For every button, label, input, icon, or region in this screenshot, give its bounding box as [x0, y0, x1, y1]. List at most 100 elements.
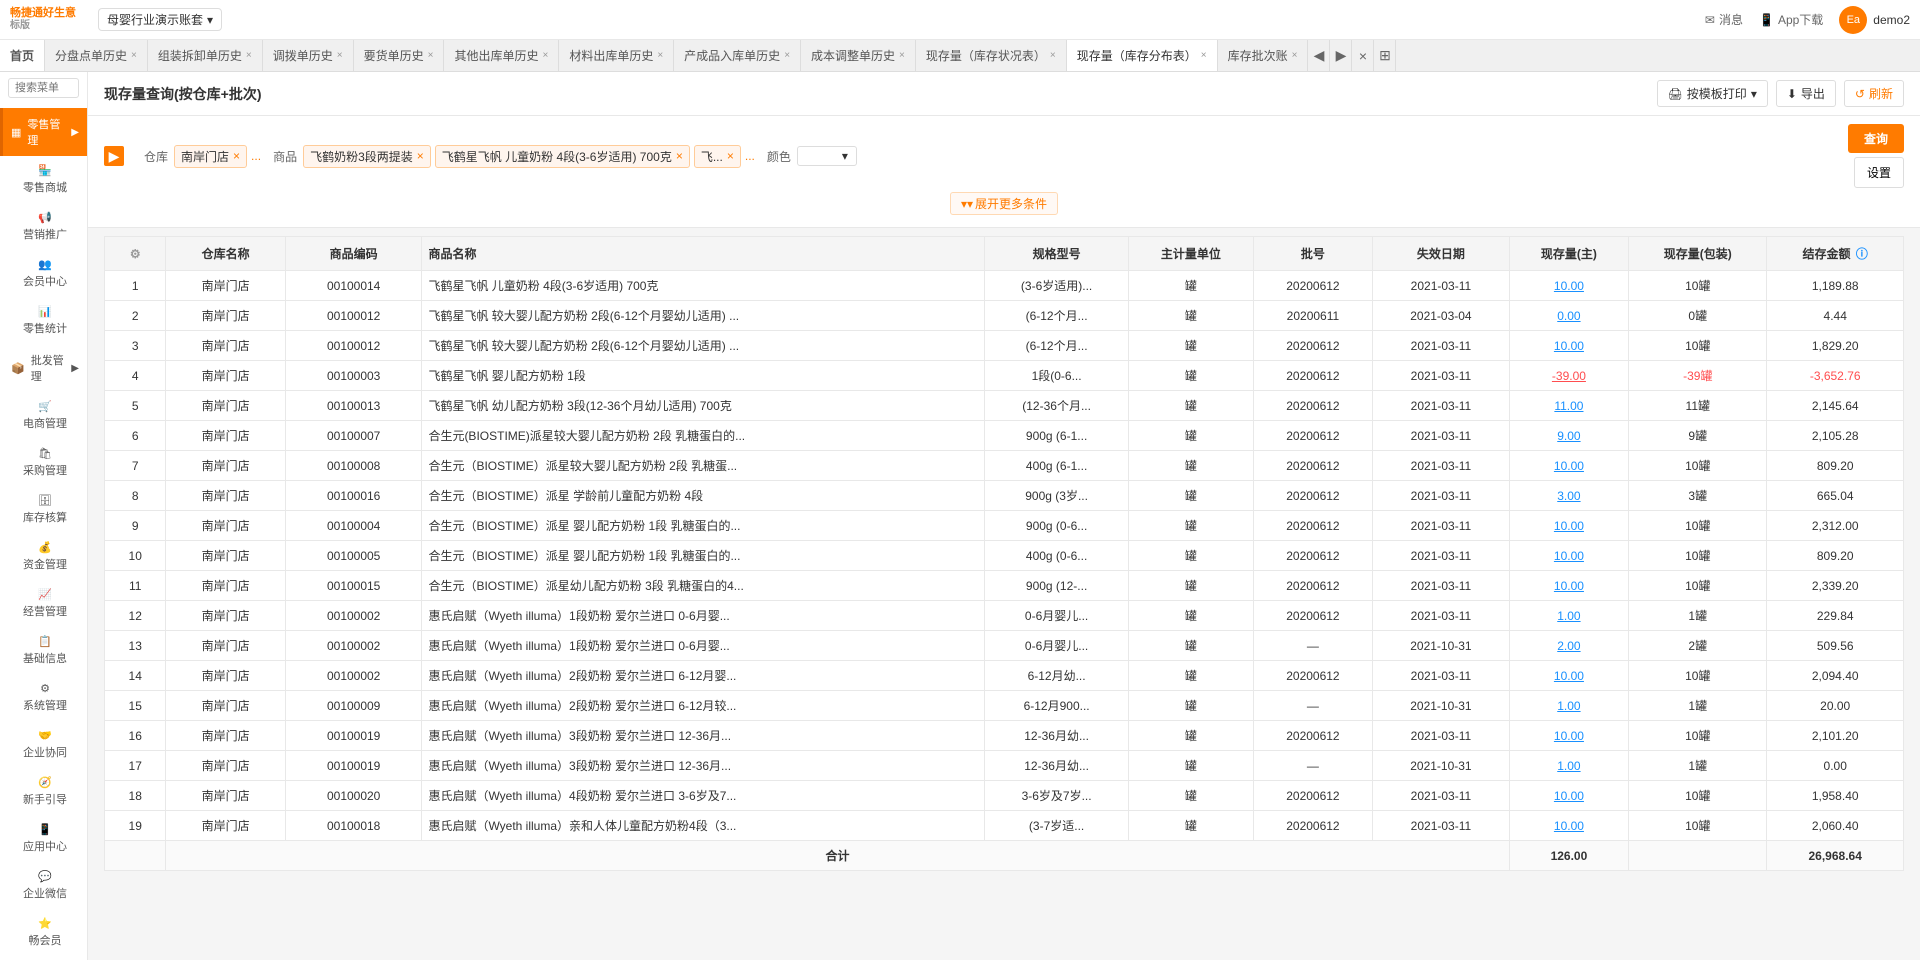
basic-icon: 📋 — [38, 635, 52, 648]
tab-chengben[interactable]: 成本调整单历史 × — [801, 40, 916, 72]
qty-main-cell[interactable]: 11.00 — [1509, 391, 1628, 421]
code-cell: 00100008 — [285, 451, 422, 481]
tab-nav-left[interactable]: ◀ — [1308, 40, 1330, 72]
search-input[interactable] — [8, 78, 79, 98]
seq-cell: 6 — [105, 421, 166, 451]
qty-main-cell[interactable]: 10.00 — [1509, 661, 1628, 691]
tab-zuzu[interactable]: 组装拆卸单历史 × — [148, 40, 263, 72]
qty-main-cell[interactable]: 10.00 — [1509, 781, 1628, 811]
tab-close-kucun-pici[interactable]: × — [1292, 50, 1298, 61]
org-selector[interactable]: 母婴行业演示账套 ▾ — [98, 8, 222, 31]
qty-main-cell[interactable]: 10.00 — [1509, 271, 1628, 301]
tab-chancheng[interactable]: 产成品入库单历史 × — [674, 40, 801, 72]
sidebar-item-app-center[interactable]: 📱 应用中心 — [0, 815, 87, 862]
filter-expand-arrow[interactable]: ▶ — [104, 146, 124, 166]
tab-close-fenpan[interactable]: × — [131, 50, 137, 61]
qty-main-cell[interactable]: 2.00 — [1509, 631, 1628, 661]
sidebar-item-enterprise[interactable]: 🤝 企业协同 — [0, 721, 87, 768]
sidebar-item-member[interactable]: 👥 会员中心 — [0, 250, 87, 297]
qty-main-cell[interactable]: 10.00 — [1509, 451, 1628, 481]
tab-xiancunl-kc[interactable]: 现存量（库存状况表） × — [916, 40, 1067, 72]
user-profile[interactable]: Ea demo2 — [1839, 6, 1910, 34]
sidebar-item-guide[interactable]: 🧭 新手引导 — [0, 768, 87, 815]
app-download-btn[interactable]: 📱 App下载 — [1759, 11, 1823, 28]
product-tag-3-close[interactable]: × — [727, 149, 734, 163]
sidebar-item-retail-shop[interactable]: 🏪 零售商城 — [0, 156, 87, 203]
sidebar-item-batch-mgmt[interactable]: 📦 批发管理 ▶ — [0, 344, 87, 392]
tab-fenpan[interactable]: 分盘点单历史 × — [45, 40, 148, 72]
qty-main-cell[interactable]: 10.00 — [1509, 511, 1628, 541]
amount-cell: 509.56 — [1767, 631, 1904, 661]
tab-close-chancheng[interactable]: × — [784, 50, 790, 61]
tab-close-xiancunl-fb[interactable]: × — [1201, 50, 1207, 61]
warehouse-cell: 南岸门店 — [166, 451, 285, 481]
table-row: 4南岸门店00100003飞鹤星飞帆 婴儿配方奶粉 1段1段(0-6...罐20… — [105, 361, 1904, 391]
column-settings-icon[interactable]: ⚙ — [130, 247, 141, 261]
message-btn[interactable]: ✉ 消息 — [1705, 11, 1743, 28]
warehouse-more-btn[interactable]: ... — [251, 149, 261, 163]
tab-home[interactable]: 首页 — [0, 40, 45, 72]
tab-close-qitachu[interactable]: × — [542, 50, 548, 61]
batch-cell: 20200612 — [1253, 421, 1372, 451]
qty-main-cell[interactable]: 1.00 — [1509, 601, 1628, 631]
sidebar-item-purchase[interactable]: 🛍 采购管理 — [0, 439, 87, 486]
qty-main-cell[interactable]: 1.00 — [1509, 691, 1628, 721]
qty-main-cell[interactable]: 1.00 — [1509, 751, 1628, 781]
tab-nav-right[interactable]: ▶ — [1330, 40, 1352, 72]
sidebar-item-basic[interactable]: 📋 基础信息 — [0, 627, 87, 674]
product-more-btn[interactable]: ... — [745, 149, 755, 163]
sidebar-item-marketing[interactable]: 📢 营销推广 — [0, 203, 87, 250]
tab-kucun-pici[interactable]: 库存批次账 × — [1218, 40, 1309, 72]
export-icon: ⬇ — [1787, 87, 1797, 101]
color-select[interactable]: ▾ — [797, 146, 857, 166]
qty-main-cell[interactable]: 10.00 — [1509, 571, 1628, 601]
qty-main-cell[interactable]: 10.00 — [1509, 541, 1628, 571]
amount-info-icon[interactable]: ⓘ — [1856, 247, 1868, 261]
expand-conditions-btn[interactable]: ▾▾ 展开更多条件 — [950, 192, 1058, 215]
qty-main-cell[interactable]: -39.00 — [1509, 361, 1628, 391]
qty-main-cell[interactable]: 3.00 — [1509, 481, 1628, 511]
qty-main-cell[interactable]: 10.00 — [1509, 331, 1628, 361]
query-button[interactable]: 查询 — [1848, 124, 1904, 153]
code-cell: 00100009 — [285, 691, 422, 721]
tab-close-xiancunl-kc[interactable]: × — [1050, 50, 1056, 61]
table-row: 17南岸门店00100019惠氏启赋（Wyeth illuma）3段奶粉 爱尔兰… — [105, 751, 1904, 781]
unit-cell: 罐 — [1129, 601, 1254, 631]
table-row: 13南岸门店00100002惠氏启赋（Wyeth illuma）1段奶粉 爱尔兰… — [105, 631, 1904, 661]
tab-tiaob[interactable]: 调拨单历史 × — [263, 40, 354, 72]
refresh-button[interactable]: ↺ 刷新 — [1844, 80, 1904, 107]
code-cell: 00100003 — [285, 361, 422, 391]
qty-main-cell[interactable]: 0.00 — [1509, 301, 1628, 331]
qty-main-cell[interactable]: 10.00 — [1509, 721, 1628, 751]
product-tag-2-close[interactable]: × — [676, 149, 683, 163]
tab-qitachu[interactable]: 其他出库单历史 × — [444, 40, 559, 72]
product-tag-1-close[interactable]: × — [417, 149, 424, 163]
warehouse-tag-close[interactable]: × — [233, 149, 240, 163]
tab-yaohuo[interactable]: 要货单历史 × — [354, 40, 445, 72]
sidebar-item-retail-mgmt[interactable]: ▦ 零售管理 ▶ — [0, 108, 87, 156]
print-button[interactable]: 🖨 按模板打印 ▾ — [1657, 80, 1768, 107]
sidebar-item-finance[interactable]: 💰 资金管理 — [0, 533, 87, 580]
tab-xiancunl-fb[interactable]: 现存量（库存分布表） × — [1067, 40, 1218, 72]
qty-main-cell[interactable]: 10.00 — [1509, 811, 1628, 841]
settings-button[interactable]: 设置 — [1854, 157, 1904, 188]
sidebar-item-ecommerce[interactable]: 🛒 电商管理 — [0, 392, 87, 439]
sidebar-item-member-sys[interactable]: ⭐ 畅会员 — [0, 909, 87, 956]
sidebar-item-enterprise-wechat[interactable]: 💬 企业微信 — [0, 862, 87, 909]
sidebar-item-operation[interactable]: 📈 经营管理 — [0, 580, 87, 627]
tab-close-tiaob[interactable]: × — [337, 50, 343, 61]
tab-cailiao[interactable]: 材料出库单历史 × — [559, 40, 674, 72]
export-button[interactable]: ⬇ 导出 — [1776, 80, 1836, 107]
tab-close-zuzu[interactable]: × — [246, 50, 252, 61]
tab-expand[interactable]: ⊞ — [1374, 40, 1396, 72]
sidebar-item-inventory[interactable]: 🗄 库存核算 — [0, 486, 87, 533]
tab-close-cailiao[interactable]: × — [657, 50, 663, 61]
sidebar-item-system[interactable]: ⚙ 系统管理 — [0, 674, 87, 721]
tab-close-all[interactable]: × — [1352, 40, 1374, 72]
sidebar-item-retail-stats[interactable]: 📊 零售统计 — [0, 297, 87, 344]
qty-pkg-cell: 10罐 — [1629, 571, 1767, 601]
tab-close-chengben[interactable]: × — [899, 50, 905, 61]
qty-main-cell[interactable]: 9.00 — [1509, 421, 1628, 451]
code-cell: 00100007 — [285, 421, 422, 451]
tab-close-yaohuo[interactable]: × — [428, 50, 434, 61]
